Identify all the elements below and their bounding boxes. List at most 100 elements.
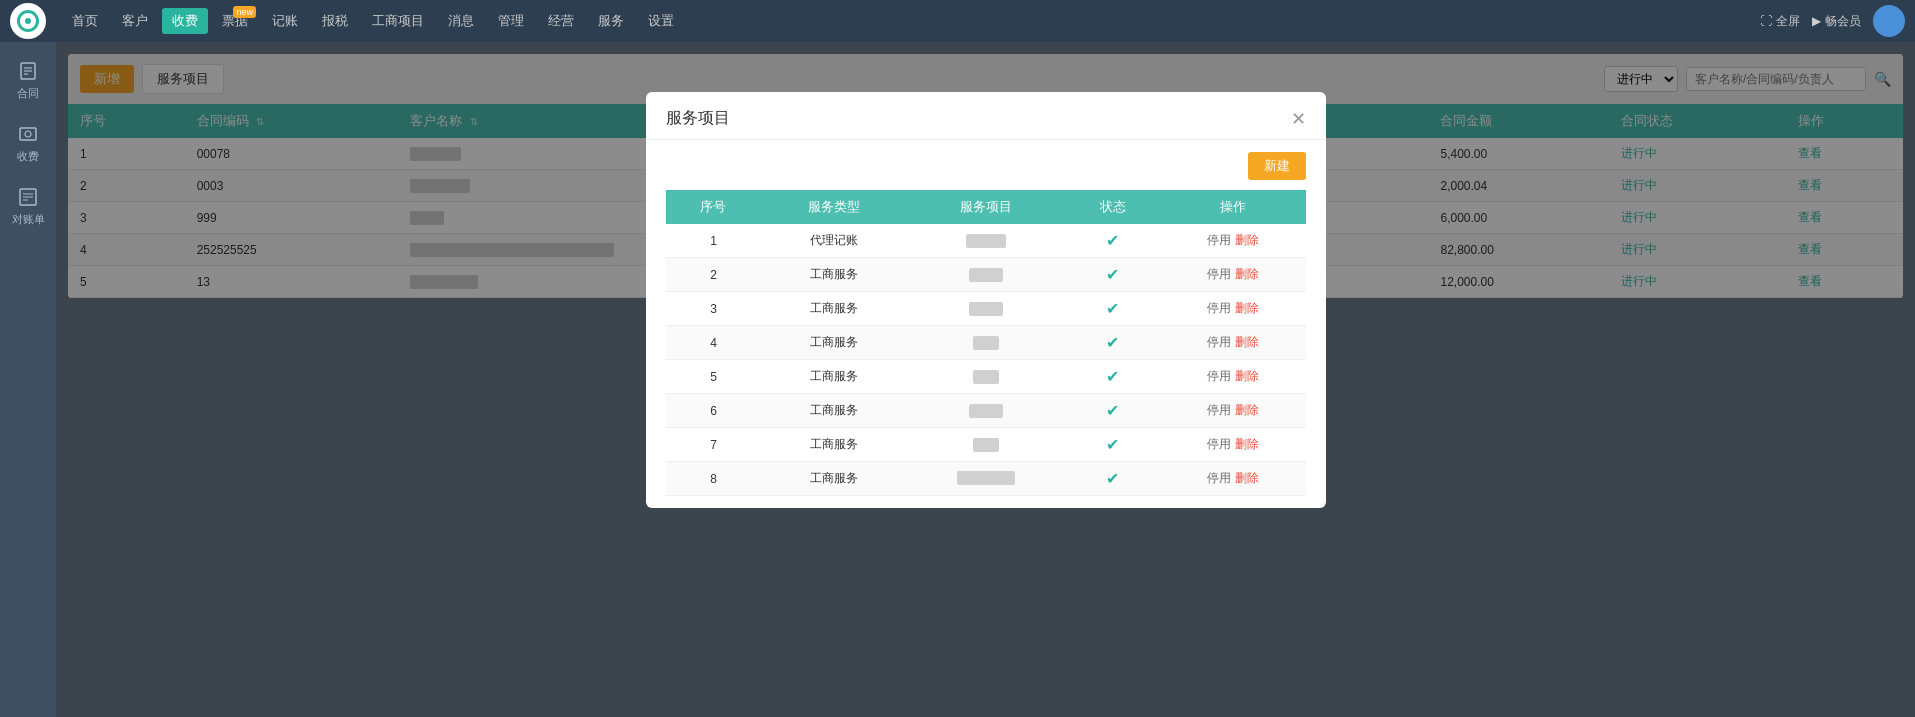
status-check-icon: ✔ bbox=[1106, 266, 1119, 283]
nav-bookkeeping[interactable]: 记账 bbox=[262, 8, 308, 34]
modal-table-row: 8 工商服务 ████注册 ✔ 停用 删除 bbox=[666, 462, 1306, 496]
status-check-icon: ✔ bbox=[1106, 300, 1119, 317]
member-label: 畅会员 bbox=[1825, 13, 1861, 30]
stop-button[interactable]: 停用 bbox=[1207, 402, 1231, 419]
modal-title: 服务项目 bbox=[666, 108, 730, 129]
delete-button[interactable]: 删除 bbox=[1235, 266, 1259, 283]
svg-rect-4 bbox=[20, 128, 36, 140]
sidebar-label-fee: 收费 bbox=[17, 149, 39, 164]
delete-button[interactable]: 删除 bbox=[1235, 470, 1259, 487]
modal-table: 序号 服务类型 服务项目 状态 操作 1 代理记账 ████1 ✔ bbox=[666, 190, 1306, 496]
modal-cell-action: 停用 删除 bbox=[1161, 224, 1306, 258]
modal-cell-type: 工商服务 bbox=[761, 394, 907, 428]
modal-cell-status: ✔ bbox=[1065, 462, 1161, 496]
delete-button[interactable]: 删除 bbox=[1235, 368, 1259, 385]
modal-cell-type: 工商服务 bbox=[761, 326, 907, 360]
modal-body: 新建 序号 服务类型 服务项目 状态 操作 bbox=[646, 140, 1326, 508]
fee-icon bbox=[17, 123, 39, 145]
status-check-icon: ✔ bbox=[1106, 436, 1119, 453]
stop-button[interactable]: 停用 bbox=[1207, 300, 1231, 317]
sidebar-item-contract[interactable]: 合同 bbox=[3, 52, 53, 109]
modal-cell-seq: 5 bbox=[666, 360, 762, 394]
avatar[interactable] bbox=[1873, 5, 1905, 37]
modal-cell-item: ████ bbox=[907, 292, 1064, 326]
modal-cell-item: ███ bbox=[907, 428, 1064, 462]
modal-cell-item: ████注册 bbox=[907, 462, 1064, 496]
status-check-icon: ✔ bbox=[1106, 232, 1119, 249]
modal-cell-seq: 4 bbox=[666, 326, 762, 360]
stop-button[interactable]: 停用 bbox=[1207, 436, 1231, 453]
nav-service[interactable]: 服务 bbox=[588, 8, 634, 34]
modal-table-container[interactable]: 序号 服务类型 服务项目 状态 操作 1 代理记账 ████1 ✔ bbox=[666, 190, 1306, 496]
modal-cell-status: ✔ bbox=[1065, 292, 1161, 326]
modal-table-row: 2 工商服务 ████ ✔ 停用 删除 bbox=[666, 258, 1306, 292]
nav-manage[interactable]: 管理 bbox=[488, 8, 534, 34]
sidebar: 合同 收费 对账单 bbox=[0, 42, 56, 717]
sidebar-item-statement[interactable]: 对账单 bbox=[3, 178, 53, 235]
modal-cell-action: 停用 删除 bbox=[1161, 326, 1306, 360]
modal-cell-item: ████ bbox=[907, 258, 1064, 292]
nav-operation[interactable]: 经营 bbox=[538, 8, 584, 34]
delete-button[interactable]: 删除 bbox=[1235, 334, 1259, 351]
modal-cell-type: 工商服务 bbox=[761, 462, 907, 496]
stop-button[interactable]: 停用 bbox=[1207, 470, 1231, 487]
nav-message[interactable]: 消息 bbox=[438, 8, 484, 34]
delete-button[interactable]: 删除 bbox=[1235, 232, 1259, 249]
nav-client[interactable]: 客户 bbox=[112, 8, 158, 34]
modal-cell-action: 停用 删除 bbox=[1161, 394, 1306, 428]
nav-invoice[interactable]: 票据 new bbox=[212, 8, 258, 34]
modal-cell-seq: 3 bbox=[666, 292, 762, 326]
modal-cell-status: ✔ bbox=[1065, 326, 1161, 360]
delete-button[interactable]: 删除 bbox=[1235, 402, 1259, 419]
stop-button[interactable]: 停用 bbox=[1207, 266, 1231, 283]
svg-point-5 bbox=[25, 131, 31, 137]
app-logo bbox=[10, 3, 46, 39]
fullscreen-label: 全屏 bbox=[1776, 13, 1800, 30]
sidebar-label-contract: 合同 bbox=[17, 86, 39, 101]
modal-cell-type: 工商服务 bbox=[761, 428, 907, 462]
nav-settings[interactable]: 设置 bbox=[638, 8, 684, 34]
modal-cell-item: ████ bbox=[907, 394, 1064, 428]
sidebar-label-statement: 对账单 bbox=[12, 212, 45, 227]
modal-table-row: 3 工商服务 ████ ✔ 停用 删除 bbox=[666, 292, 1306, 326]
modal-cell-action: 停用 删除 bbox=[1161, 258, 1306, 292]
modal-cell-status: ✔ bbox=[1065, 428, 1161, 462]
stop-button[interactable]: 停用 bbox=[1207, 334, 1231, 351]
modal-new-button[interactable]: 新建 bbox=[1248, 152, 1306, 180]
status-check-icon: ✔ bbox=[1106, 368, 1119, 385]
modal-cell-item: ███ bbox=[907, 360, 1064, 394]
video-icon: ▶ bbox=[1812, 14, 1821, 28]
modal-cell-status: ✔ bbox=[1065, 258, 1161, 292]
modal-table-row: 7 工商服务 ███ ✔ 停用 删除 bbox=[666, 428, 1306, 462]
top-navigation: 首页 客户 收费 票据 new 记账 报税 工商项目 消息 管理 经营 服务 设… bbox=[0, 0, 1915, 42]
nav-tax[interactable]: 报税 bbox=[312, 8, 358, 34]
modal-cell-item: ███ bbox=[907, 326, 1064, 360]
modal-table-row: 4 工商服务 ███ ✔ 停用 删除 bbox=[666, 326, 1306, 360]
modal-table-row: 1 代理记账 ████1 ✔ 停用 删除 bbox=[666, 224, 1306, 258]
modal-overlay: 服务项目 ✕ 新建 序号 服务类型 服务项目 bbox=[56, 42, 1915, 717]
sidebar-item-fee[interactable]: 收费 bbox=[3, 115, 53, 172]
member-button[interactable]: ▶ 畅会员 bbox=[1812, 13, 1861, 30]
status-check-icon: ✔ bbox=[1106, 334, 1119, 351]
nav-fee[interactable]: 收费 bbox=[162, 8, 208, 34]
nav-right-area: ⛶ 全屏 ▶ 畅会员 bbox=[1760, 5, 1905, 37]
modal-cell-seq: 1 bbox=[666, 224, 762, 258]
stop-button[interactable]: 停用 bbox=[1207, 368, 1231, 385]
modal-close-button[interactable]: ✕ bbox=[1291, 110, 1306, 128]
stop-button[interactable]: 停用 bbox=[1207, 232, 1231, 249]
modal-cell-seq: 8 bbox=[666, 462, 762, 496]
modal-col-status: 状态 bbox=[1065, 190, 1161, 224]
modal-cell-item: ████1 bbox=[907, 224, 1064, 258]
delete-button[interactable]: 删除 bbox=[1235, 300, 1259, 317]
modal-table-row: 6 工商服务 ████ ✔ 停用 删除 bbox=[666, 394, 1306, 428]
service-modal: 服务项目 ✕ 新建 序号 服务类型 服务项目 bbox=[646, 92, 1326, 508]
modal-cell-action: 停用 删除 bbox=[1161, 462, 1306, 496]
nav-home[interactable]: 首页 bbox=[62, 8, 108, 34]
statement-icon bbox=[17, 186, 39, 208]
nav-menu: 首页 客户 收费 票据 new 记账 报税 工商项目 消息 管理 经营 服务 设… bbox=[62, 8, 1760, 34]
nav-business[interactable]: 工商项目 bbox=[362, 8, 434, 34]
fullscreen-button[interactable]: ⛶ 全屏 bbox=[1760, 13, 1800, 30]
modal-toolbar: 新建 bbox=[666, 152, 1306, 180]
delete-button[interactable]: 删除 bbox=[1235, 436, 1259, 453]
modal-col-item: 服务项目 bbox=[907, 190, 1064, 224]
